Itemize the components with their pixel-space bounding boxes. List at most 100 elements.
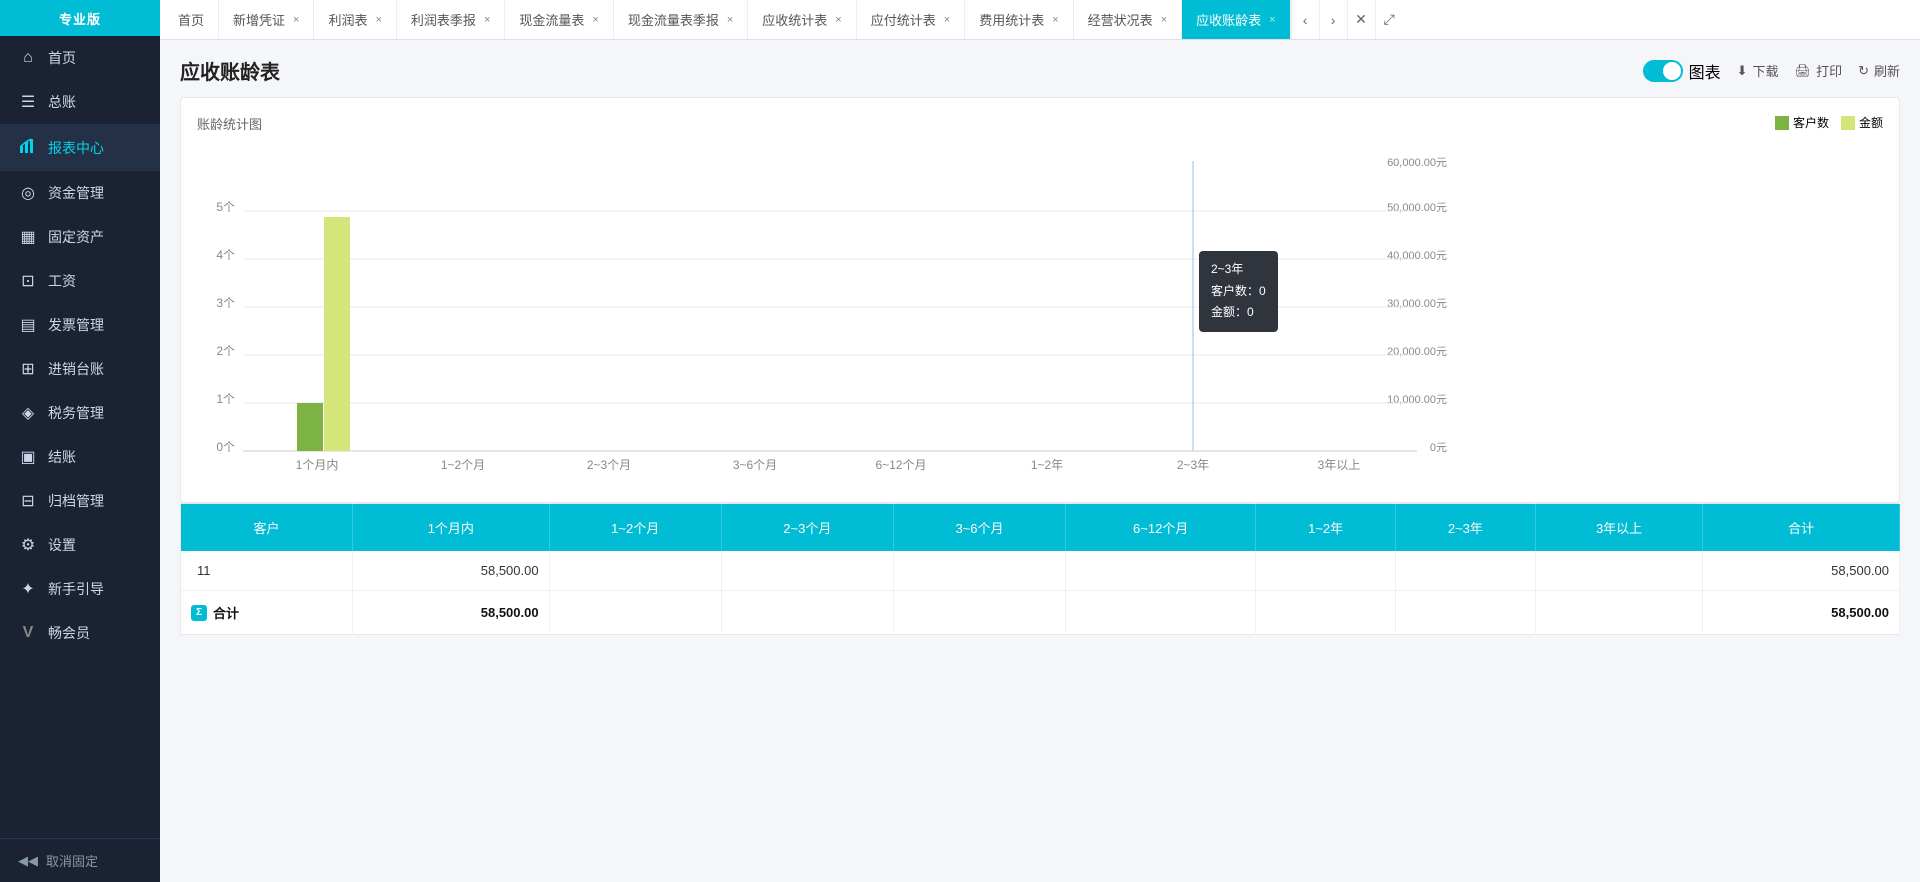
footer-label: Σ 合计 xyxy=(181,591,353,635)
reports-icon xyxy=(18,136,38,159)
col-header-month12: 1~2个月 xyxy=(549,504,721,552)
svg-text:10,000.00元: 10,000.00元 xyxy=(1387,394,1447,406)
svg-text:6~12个月: 6~12个月 xyxy=(875,458,926,472)
collapse-icon: ◀◀ xyxy=(18,853,38,869)
tabs-bar: 首页 新增凭证 × 利润表 × 利润表季报 × 现金流量表 × 现金流量表季报 … xyxy=(160,0,1920,40)
sidebar-item-guide-label: 新手引导 xyxy=(48,579,104,599)
tab-home-label: 首页 xyxy=(178,10,204,29)
chart-legend: 客户数 金额 xyxy=(1775,114,1883,131)
sidebar-item-archive[interactable]: ⊟ 归档管理 xyxy=(0,479,160,523)
sidebar-item-tax[interactable]: ◈ 税务管理 xyxy=(0,391,160,435)
svg-text:1~2年: 1~2年 xyxy=(1031,458,1063,472)
sidebar-item-invoice[interactable]: ▤ 发票管理 xyxy=(0,303,160,347)
sidebar-item-salary-label: 工资 xyxy=(48,271,76,291)
sidebar-item-member[interactable]: V 畅会员 xyxy=(0,611,160,655)
svg-text:1个月内: 1个月内 xyxy=(296,458,339,472)
tab-expense-stat[interactable]: 费用统计表 × xyxy=(965,0,1073,40)
main-content: 首页 新增凭证 × 利润表 × 利润表季报 × 现金流量表 × 现金流量表季报 … xyxy=(160,0,1920,882)
svg-text:2个: 2个 xyxy=(216,344,235,358)
table-header-row: 客户 1个月内 1~2个月 2~3个月 3~6个月 6~12个月 1~2年 2~… xyxy=(181,504,1900,552)
tab-expense-stat-label: 费用统计表 xyxy=(979,10,1044,29)
sidebar-item-guide[interactable]: ✦ 新手引导 xyxy=(0,567,160,611)
sidebar-item-assets[interactable]: ▦ 固定资产 xyxy=(0,215,160,259)
sidebar-item-home[interactable]: ⌂ 首页 xyxy=(0,36,160,80)
sidebar-item-reports[interactable]: 报表中心 xyxy=(0,124,160,171)
col-header-month1: 1个月内 xyxy=(353,504,550,552)
tab-cashflow[interactable]: 现金流量表 × xyxy=(505,0,613,40)
cell-month612 xyxy=(1066,551,1256,591)
table-footer-row: Σ 合计 58,500.00 58,500.00 xyxy=(181,591,1900,635)
tab-receivable-stat-close[interactable]: × xyxy=(835,14,841,26)
page-header: 应收账龄表 图表 ⬇ 下载 🖨 打印 ↻ 刷新 xyxy=(180,56,1900,85)
tab-aging[interactable]: 应收账龄表 × xyxy=(1182,0,1290,40)
chart-toggle[interactable]: 图表 xyxy=(1643,59,1721,83)
tab-cashflow-label: 现金流量表 xyxy=(519,10,584,29)
footer-total: 58,500.00 xyxy=(1703,591,1900,635)
col-header-year23: 2~3年 xyxy=(1396,504,1536,552)
tab-receivable-stat-label: 应收统计表 xyxy=(762,10,827,29)
cell-month23 xyxy=(721,551,893,591)
ledger-icon: ☰ xyxy=(18,92,38,112)
footer-year3plus xyxy=(1535,591,1703,635)
tab-cashflow-close[interactable]: × xyxy=(592,14,598,26)
sidebar-item-funds[interactable]: ◎ 资金管理 xyxy=(0,171,160,215)
tab-profit-close[interactable]: × xyxy=(375,14,381,26)
toggle-track[interactable] xyxy=(1643,60,1683,82)
svg-text:2~3个月: 2~3个月 xyxy=(587,458,631,472)
tab-profit-quarterly[interactable]: 利润表季报 × xyxy=(397,0,505,40)
legend-amount: 金额 xyxy=(1841,114,1883,131)
footer-month36 xyxy=(893,591,1065,635)
tab-voucher-close[interactable]: × xyxy=(293,14,299,26)
tab-next-button[interactable]: › xyxy=(1319,0,1347,40)
sidebar-item-salary[interactable]: ⊡ 工资 xyxy=(0,259,160,303)
tab-home[interactable]: 首页 xyxy=(164,0,219,40)
sidebar-item-settings[interactable]: ⚙ 设置 xyxy=(0,523,160,567)
refresh-icon: ↻ xyxy=(1858,63,1869,79)
svg-text:5个: 5个 xyxy=(216,200,235,214)
tab-payable-stat[interactable]: 应付统计表 × xyxy=(857,0,965,40)
sidebar-item-funds-label: 资金管理 xyxy=(48,183,104,203)
footer-label-text: 合计 xyxy=(213,603,239,622)
chart-container: 账龄统计图 客户数 金额 0个 1个 2个 3个 4个 xyxy=(180,97,1900,503)
tab-business-stat-close[interactable]: × xyxy=(1161,14,1167,26)
tab-payable-stat-close[interactable]: × xyxy=(944,14,950,26)
tab-business-stat-label: 经营状况表 xyxy=(1088,10,1153,29)
guide-icon: ✦ xyxy=(18,579,38,599)
cell-month12 xyxy=(549,551,721,591)
tax-icon: ◈ xyxy=(18,403,38,423)
tab-prev-button[interactable]: ‹ xyxy=(1291,0,1319,40)
cell-month36 xyxy=(893,551,1065,591)
footer-month23 xyxy=(721,591,893,635)
invoice-icon: ▤ xyxy=(18,315,38,335)
tab-expand-button[interactable]: ⤢ xyxy=(1375,0,1403,40)
sidebar-collapse-button[interactable]: ◀◀ 取消固定 xyxy=(0,838,160,882)
data-table: 客户 1个月内 1~2个月 2~3个月 3~6个月 6~12个月 1~2年 2~… xyxy=(180,503,1900,635)
print-icon: 🖨 xyxy=(1795,63,1812,79)
tab-close-all-button[interactable]: ✕ xyxy=(1347,0,1375,40)
tab-cashflow-quarterly-label: 现金流量表季报 xyxy=(628,10,719,29)
svg-text:1~2个月: 1~2个月 xyxy=(441,458,485,472)
legend-customers-label: 客户数 xyxy=(1793,114,1829,131)
sidebar-item-inventory[interactable]: ⊞ 进销台账 xyxy=(0,347,160,391)
settings-icon: ⚙ xyxy=(18,535,38,555)
tab-business-stat[interactable]: 经营状况表 × xyxy=(1074,0,1182,40)
tab-aging-close[interactable]: × xyxy=(1269,14,1275,26)
sidebar-item-closing[interactable]: ▣ 结账 xyxy=(0,435,160,479)
tab-receivable-stat[interactable]: 应收统计表 × xyxy=(748,0,856,40)
chart-svg: 0个 1个 2个 3个 4个 5个 0元 10,000.00元 20,000.0… xyxy=(197,141,1457,481)
download-button[interactable]: ⬇ 下载 xyxy=(1737,61,1779,80)
page-actions: 图表 ⬇ 下载 🖨 打印 ↻ 刷新 xyxy=(1643,59,1900,83)
tab-expense-stat-close[interactable]: × xyxy=(1052,14,1058,26)
tab-cashflow-quarterly[interactable]: 现金流量表季报 × xyxy=(614,0,748,40)
print-button[interactable]: 🖨 打印 xyxy=(1795,61,1843,80)
sidebar-item-ledger[interactable]: ☰ 总账 xyxy=(0,80,160,124)
footer-year23 xyxy=(1396,591,1536,635)
tab-profit-quarterly-close[interactable]: × xyxy=(484,14,490,26)
svg-text:20,000.00元: 20,000.00元 xyxy=(1387,346,1447,358)
refresh-button[interactable]: ↻ 刷新 xyxy=(1858,61,1900,80)
svg-text:4个: 4个 xyxy=(216,248,235,262)
assets-icon: ▦ xyxy=(18,227,38,247)
tab-cashflow-quarterly-close[interactable]: × xyxy=(727,14,733,26)
tab-profit[interactable]: 利润表 × xyxy=(314,0,396,40)
tab-voucher[interactable]: 新增凭证 × xyxy=(219,0,314,40)
